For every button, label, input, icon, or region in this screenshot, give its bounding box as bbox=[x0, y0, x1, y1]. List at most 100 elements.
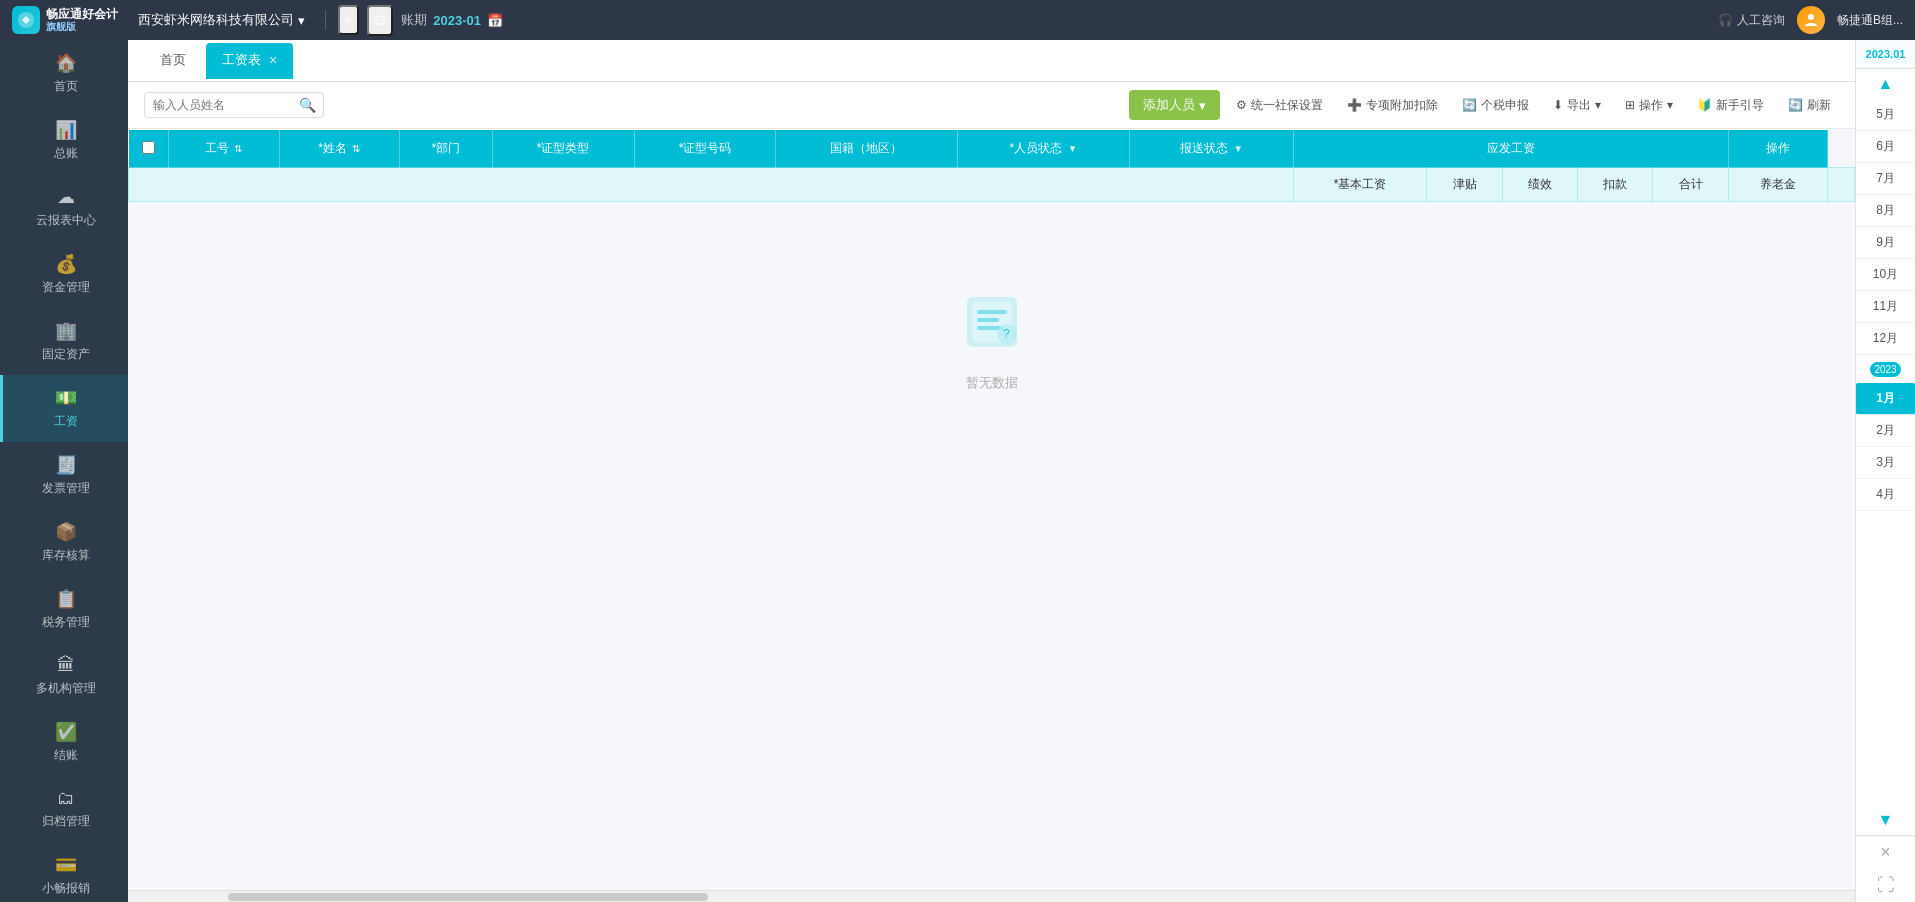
social-security-label: 统一社保设置 bbox=[1251, 97, 1323, 114]
sidebar-label-inventory: 库存核算 bbox=[42, 547, 90, 564]
sidebar-item-archive[interactable]: 🗂 归档管理 bbox=[0, 776, 128, 842]
add-company-button[interactable]: + bbox=[338, 5, 359, 35]
month-item-05[interactable]: 5月 bbox=[1856, 99, 1915, 131]
h-scroll-bar[interactable] bbox=[128, 890, 1855, 902]
col-total: 合计 bbox=[1653, 168, 1728, 202]
month-label-04: 4月 bbox=[1876, 487, 1895, 501]
sidebar-item-invoice[interactable]: 🧾 发票管理 bbox=[0, 442, 128, 509]
empty-state: ? 暂无数据 bbox=[128, 202, 1855, 472]
month-label-06: 6月 bbox=[1876, 139, 1895, 153]
special-icon: ➕ bbox=[1347, 98, 1362, 112]
col-department: *部门 bbox=[399, 130, 492, 168]
new-guide-button[interactable]: 🔰 新手引导 bbox=[1689, 93, 1772, 118]
expense-icon: 💳 bbox=[55, 854, 77, 876]
tab-home[interactable]: 首页 bbox=[144, 43, 202, 79]
sidebar-item-tax[interactable]: 📋 税务管理 bbox=[0, 576, 128, 643]
refresh-icon: 🔄 bbox=[1788, 98, 1803, 112]
sidebar-label-fund: 资金管理 bbox=[42, 279, 90, 296]
sidebar-item-ledger[interactable]: 📊 总账 bbox=[0, 107, 128, 174]
month-item-06[interactable]: 6月 bbox=[1856, 131, 1915, 163]
payroll-icon: 💵 bbox=[55, 387, 77, 409]
h-scroll-thumb[interactable] bbox=[228, 893, 708, 901]
calendar-icon[interactable]: 📅 bbox=[487, 13, 503, 28]
svg-point-1 bbox=[1808, 14, 1814, 20]
svg-text:?: ? bbox=[1003, 327, 1010, 341]
social-security-button[interactable]: ⚙ 统一社保设置 bbox=[1228, 93, 1331, 118]
sidebar-item-expense[interactable]: 💳 小畅报销 bbox=[0, 842, 128, 902]
month-item-12[interactable]: 12月 bbox=[1856, 323, 1915, 355]
sidebar-item-close-accounts[interactable]: ✅ 结账 bbox=[0, 709, 128, 776]
month-item-11[interactable]: 11月 bbox=[1856, 291, 1915, 323]
month-label-08: 8月 bbox=[1876, 203, 1895, 217]
sidebar-item-payroll[interactable]: 💵 工资 bbox=[0, 375, 128, 442]
personal-tax-button[interactable]: 🔄 个税申报 bbox=[1454, 93, 1537, 118]
col-region: 国籍（地区） bbox=[776, 130, 957, 168]
date-nav-up-button[interactable]: ▲ bbox=[1856, 69, 1915, 99]
year-badge-2023: 2023 bbox=[1870, 362, 1900, 377]
month-item-04[interactable]: 4月 bbox=[1856, 479, 1915, 511]
sidebar-label-expense: 小畅报销 bbox=[42, 880, 90, 897]
period-value: 2023-01 bbox=[433, 13, 481, 28]
period-label: 账期 bbox=[401, 11, 427, 29]
right-panel-header: 2023.01 bbox=[1856, 40, 1915, 69]
operations-button[interactable]: ⊞ 操作 ▾ bbox=[1617, 93, 1681, 118]
month-label-05: 5月 bbox=[1876, 107, 1895, 121]
sort-icon-number: ⇅ bbox=[234, 143, 242, 154]
month-item-02[interactable]: 2月 bbox=[1856, 415, 1915, 447]
current-period-label: 2023.01 bbox=[1866, 48, 1906, 60]
month-label-01: 1月 bbox=[1876, 391, 1895, 405]
select-all-checkbox[interactable] bbox=[142, 141, 155, 154]
col-name: *姓名 ⇅ bbox=[279, 130, 399, 168]
filter-icon-report[interactable]: ▼ bbox=[1233, 143, 1243, 154]
sidebar-label-payroll: 工资 bbox=[54, 413, 78, 430]
search-icon[interactable]: 🔍 bbox=[299, 97, 316, 113]
tab-close-icon[interactable]: × bbox=[269, 52, 277, 68]
sidebar-label-assets: 固定资产 bbox=[42, 346, 90, 363]
add-person-button[interactable]: 添加人员 ▾ bbox=[1129, 90, 1220, 120]
month-item-09[interactable]: 9月 bbox=[1856, 227, 1915, 259]
month-item-10[interactable]: 10月 bbox=[1856, 259, 1915, 291]
settings-icon[interactable]: ⚙ bbox=[367, 5, 393, 36]
export-button[interactable]: ⬇ 导出 ▾ bbox=[1545, 93, 1609, 118]
col-old-age: 养老金 bbox=[1728, 168, 1828, 202]
account-period: 账期 2023-01 📅 bbox=[401, 11, 503, 29]
col-basic-salary: *基本工资 bbox=[1293, 168, 1427, 202]
col-salary-group: 应发工资 bbox=[1293, 130, 1728, 168]
date-nav-down-button[interactable]: ▼ bbox=[1856, 805, 1915, 835]
sidebar-label-tax: 税务管理 bbox=[42, 614, 90, 631]
app-logo-icon bbox=[12, 6, 40, 34]
sub-header-spacer bbox=[129, 168, 1294, 202]
search-input[interactable] bbox=[153, 98, 293, 112]
empty-text: 暂无数据 bbox=[966, 374, 1018, 392]
refresh-button[interactable]: 🔄 刷新 bbox=[1780, 93, 1839, 118]
right-panel: 2023.01 ▲ 5月 6月 7月 8月 9月 10月 11月 bbox=[1855, 40, 1915, 902]
sidebar-item-multi-org[interactable]: 🏛 多机构管理 bbox=[0, 643, 128, 709]
month-item-08[interactable]: 8月 bbox=[1856, 195, 1915, 227]
sidebar-item-inventory[interactable]: 📦 库存核算 bbox=[0, 509, 128, 576]
sidebar-item-cloud-report[interactable]: ☁ 云报表中心 bbox=[0, 174, 128, 241]
col-performance: 绩效 bbox=[1502, 168, 1577, 202]
company-selector[interactable]: 西安虾米网络科技有限公司 ▾ bbox=[130, 9, 313, 31]
app-logo-text: 畅应通好会计 旗舰版 bbox=[46, 7, 118, 33]
month-item-03[interactable]: 3月 bbox=[1856, 447, 1915, 479]
content-area: 首页 工资表 × 🔍 添加人员 ▾ ⚙ 统一社保设置 bbox=[128, 40, 1855, 902]
sidebar-item-assets[interactable]: 🏢 固定资产 bbox=[0, 308, 128, 375]
human-service-button[interactable]: 🎧 人工咨询 bbox=[1718, 12, 1785, 29]
sidebar-item-home[interactable]: 🏠 首页 bbox=[0, 40, 128, 107]
filter-icon-status[interactable]: ▼ bbox=[1068, 143, 1078, 154]
org-icon: 🏛 bbox=[57, 655, 75, 676]
operations-label: 操作 bbox=[1639, 97, 1663, 114]
month-label-11: 11月 bbox=[1873, 299, 1898, 313]
month-item-07[interactable]: 7月 bbox=[1856, 163, 1915, 195]
expand-panel-button[interactable]: ⛶ bbox=[1856, 869, 1915, 902]
special-deduction-button[interactable]: ➕ 专项附加扣除 bbox=[1339, 93, 1446, 118]
personal-tax-label: 个税申报 bbox=[1481, 97, 1529, 114]
cloud-icon: ☁ bbox=[57, 186, 75, 208]
close-panel-button[interactable]: × bbox=[1856, 835, 1915, 869]
tab-payroll[interactable]: 工资表 × bbox=[206, 43, 293, 79]
empty-illustration: ? bbox=[952, 282, 1032, 362]
table-header-row: 工号 ⇅ *姓名 ⇅ *部门 *证型类型 *证型号码 国籍（地区） *人员状态 … bbox=[129, 130, 1855, 168]
month-label-07: 7月 bbox=[1876, 171, 1895, 185]
sidebar-item-fund[interactable]: 💰 资金管理 bbox=[0, 241, 128, 308]
month-item-01[interactable]: 1月 bbox=[1856, 383, 1915, 415]
